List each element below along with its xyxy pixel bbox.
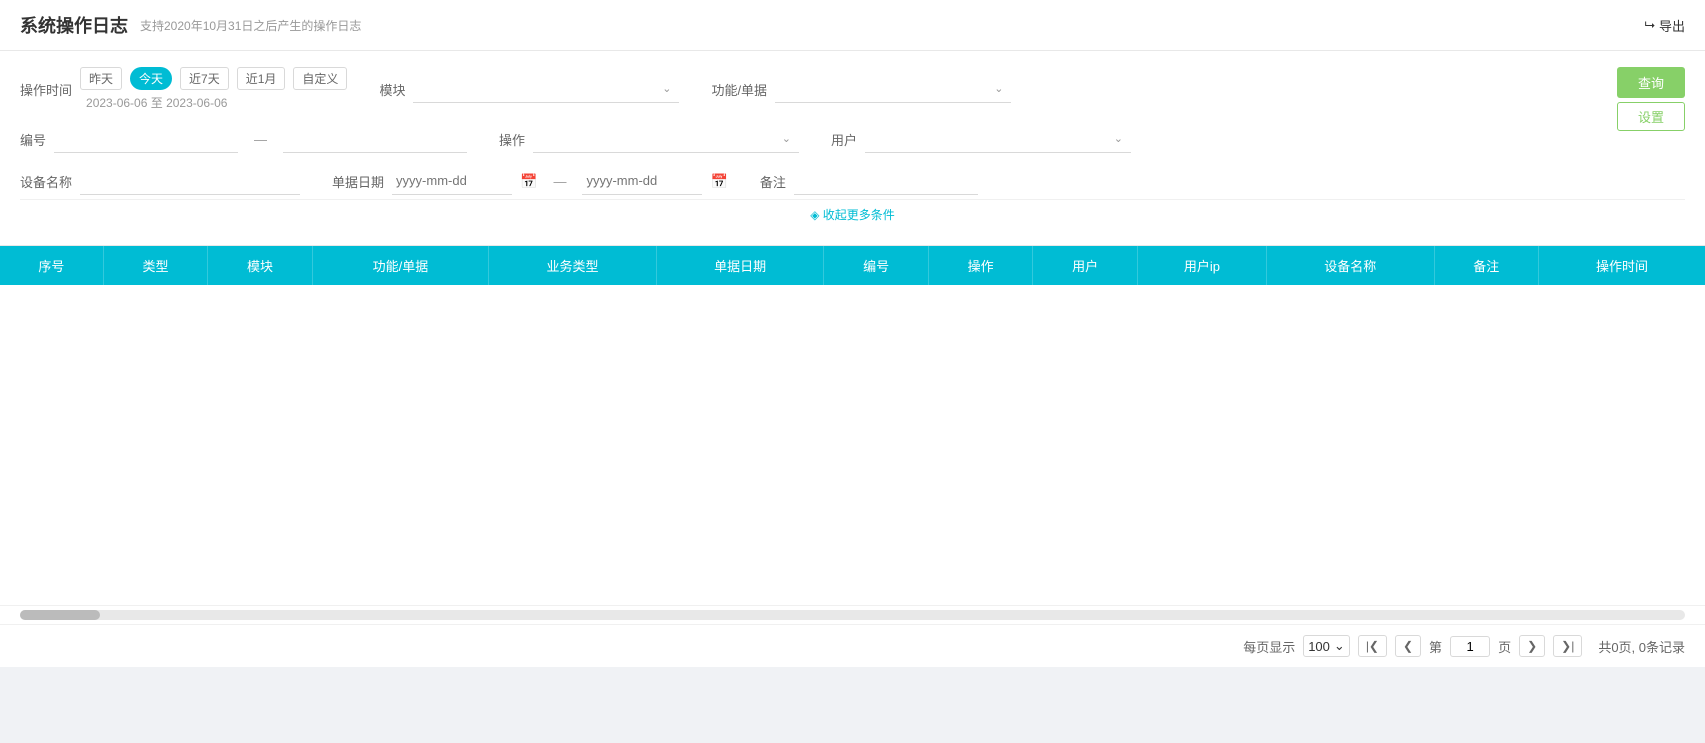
op-filter-group: 操作 ⌄ <box>499 125 799 153</box>
col-user-ip: 用户ip <box>1137 246 1266 285</box>
user-chevron-icon: ⌄ <box>1114 132 1123 145</box>
page-unit: 页 <box>1498 637 1511 656</box>
col-module: 模块 <box>208 246 312 285</box>
remark-label: 备注 <box>760 172 786 191</box>
page-size-value: 100 <box>1308 639 1330 654</box>
filter-row-2: 编号 — 操作 ⌄ 用户 <box>20 125 1597 153</box>
code-input-to[interactable] <box>283 125 467 153</box>
data-table: 序号 类型 模块 功能/单据 业务类型 单据日期 编号 操作 用户 用户ip 设… <box>0 246 1705 285</box>
page-size-chevron: ⌄ <box>1334 638 1345 654</box>
time-range-display: 2023-06-06 至 2023-06-06 <box>86 94 347 111</box>
remark-input[interactable] <box>794 167 978 195</box>
calendar-icon-from[interactable]: 📅 <box>520 173 537 190</box>
remark-filter-group: 备注 <box>760 167 1020 195</box>
user-select[interactable]: ⌄ <box>865 125 1131 153</box>
col-code: 编号 <box>824 246 928 285</box>
col-user: 用户 <box>1033 246 1137 285</box>
col-doc-date: 单据日期 <box>656 246 824 285</box>
empty-area <box>0 285 1705 605</box>
device-input[interactable] <box>80 167 300 195</box>
time-filter-group: 操作时间 昨天 今天 近7天 近1月 自定义 2023-06-06 至 2023… <box>20 67 347 111</box>
collapse-label: 收起更多条件 <box>823 208 895 222</box>
scrollbar-thumb[interactable] <box>20 610 100 620</box>
time-btn-today[interactable]: 今天 <box>130 67 172 90</box>
action-buttons: 查询 设置 <box>1617 67 1685 131</box>
page-input[interactable] <box>1450 636 1490 657</box>
collapse-bar[interactable]: ◈ 收起更多条件 <box>20 199 1685 229</box>
query-button[interactable]: 查询 <box>1617 67 1685 98</box>
func-select[interactable]: ⌄ <box>775 75 1011 103</box>
pagination-bar: 每页显示 100 ⌄ |❮ ❮ 第 页 ❯ ❯| 共0页, 0条记录 <box>0 624 1705 667</box>
module-label: 模块 <box>379 80 405 99</box>
total-label: 共0页, 0条记录 <box>1598 637 1685 656</box>
user-label: 用户 <box>831 130 857 149</box>
page-text: 第 <box>1429 637 1442 656</box>
col-op: 操作 <box>928 246 1032 285</box>
col-func: 功能/单据 <box>312 246 488 285</box>
col-seq: 序号 <box>0 246 103 285</box>
code-filter-group: 编号 — <box>20 125 467 153</box>
op-label: 操作 <box>499 130 525 149</box>
device-filter-group: 设备名称 <box>20 167 300 195</box>
time-btn-yesterday[interactable]: 昨天 <box>80 67 122 90</box>
page-subtitle: 支持2020年10月31日之后产生的操作日志 <box>140 17 361 34</box>
page-last-button[interactable]: ❯| <box>1553 635 1582 657</box>
range-sep-1: — <box>254 132 267 147</box>
scrollbar-track[interactable] <box>20 610 1685 620</box>
func-label: 功能/单据 <box>711 80 767 99</box>
export-button[interactable]: ⮡ 导出 <box>1645 16 1685 35</box>
time-btn-1month[interactable]: 近1月 <box>237 67 286 90</box>
page-prev-button[interactable]: ❮ <box>1395 635 1421 657</box>
func-chevron-icon: ⌄ <box>994 82 1003 95</box>
export-icon: ⮡ <box>1645 17 1655 33</box>
op-select[interactable]: ⌄ <box>533 125 799 153</box>
col-type: 类型 <box>103 246 207 285</box>
filter-row-1: 操作时间 昨天 今天 近7天 近1月 自定义 2023-06-06 至 2023… <box>20 67 1597 111</box>
user-filter-group: 用户 ⌄ <box>831 125 1131 153</box>
table-head: 序号 类型 模块 功能/单据 业务类型 单据日期 编号 操作 用户 用户ip 设… <box>0 246 1705 285</box>
func-filter-group: 功能/单据 ⌄ <box>711 75 1011 103</box>
code-input-from[interactable] <box>54 125 238 153</box>
page-next-button[interactable]: ❯ <box>1519 635 1545 657</box>
module-chevron-icon: ⌄ <box>662 82 671 95</box>
docdate-to[interactable] <box>582 167 702 195</box>
code-label: 编号 <box>20 130 46 149</box>
per-page-label: 每页显示 <box>1243 637 1295 656</box>
col-remark: 备注 <box>1434 246 1538 285</box>
col-op-time: 操作时间 <box>1539 246 1705 285</box>
page-first-button[interactable]: |❮ <box>1358 635 1387 657</box>
page-title: 系统操作日志 <box>20 12 128 38</box>
page-size-select[interactable]: 100 ⌄ <box>1303 635 1350 657</box>
device-label: 设备名称 <box>20 172 72 191</box>
col-biz-type: 业务类型 <box>489 246 657 285</box>
scrollbar-area <box>0 605 1705 624</box>
table-header-row: 序号 类型 模块 功能/单据 业务类型 单据日期 编号 操作 用户 用户ip 设… <box>0 246 1705 285</box>
module-select[interactable]: ⌄ <box>413 75 679 103</box>
module-filter-group: 模块 ⌄ <box>379 75 679 103</box>
op-chevron-icon: ⌄ <box>782 132 791 145</box>
time-btn-custom[interactable]: 自定义 <box>293 67 347 90</box>
page-header: 系统操作日志 支持2020年10月31日之后产生的操作日志 ⮡ 导出 <box>0 0 1705 51</box>
settings-button[interactable]: 设置 <box>1617 102 1685 131</box>
filter-row-3: 设备名称 单据日期 📅 — 📅 备注 <box>20 167 1597 195</box>
calendar-icon-to[interactable]: 📅 <box>710 173 727 190</box>
time-label: 操作时间 <box>20 80 72 99</box>
col-device: 设备名称 <box>1266 246 1434 285</box>
docdate-label: 单据日期 <box>332 172 384 191</box>
filter-area: 操作时间 昨天 今天 近7天 近1月 自定义 2023-06-06 至 2023… <box>0 51 1705 246</box>
range-sep-2: — <box>553 174 566 189</box>
docdate-from[interactable] <box>392 167 512 195</box>
time-btn-7days[interactable]: 近7天 <box>180 67 229 90</box>
time-section: 昨天 今天 近7天 近1月 自定义 2023-06-06 至 2023-06-0… <box>80 67 347 111</box>
collapse-icon: ◈ <box>810 208 819 222</box>
table-container: 序号 类型 模块 功能/单据 业务类型 单据日期 编号 操作 用户 用户ip 设… <box>0 246 1705 605</box>
docdate-filter-group: 单据日期 📅 — 📅 <box>332 167 728 195</box>
